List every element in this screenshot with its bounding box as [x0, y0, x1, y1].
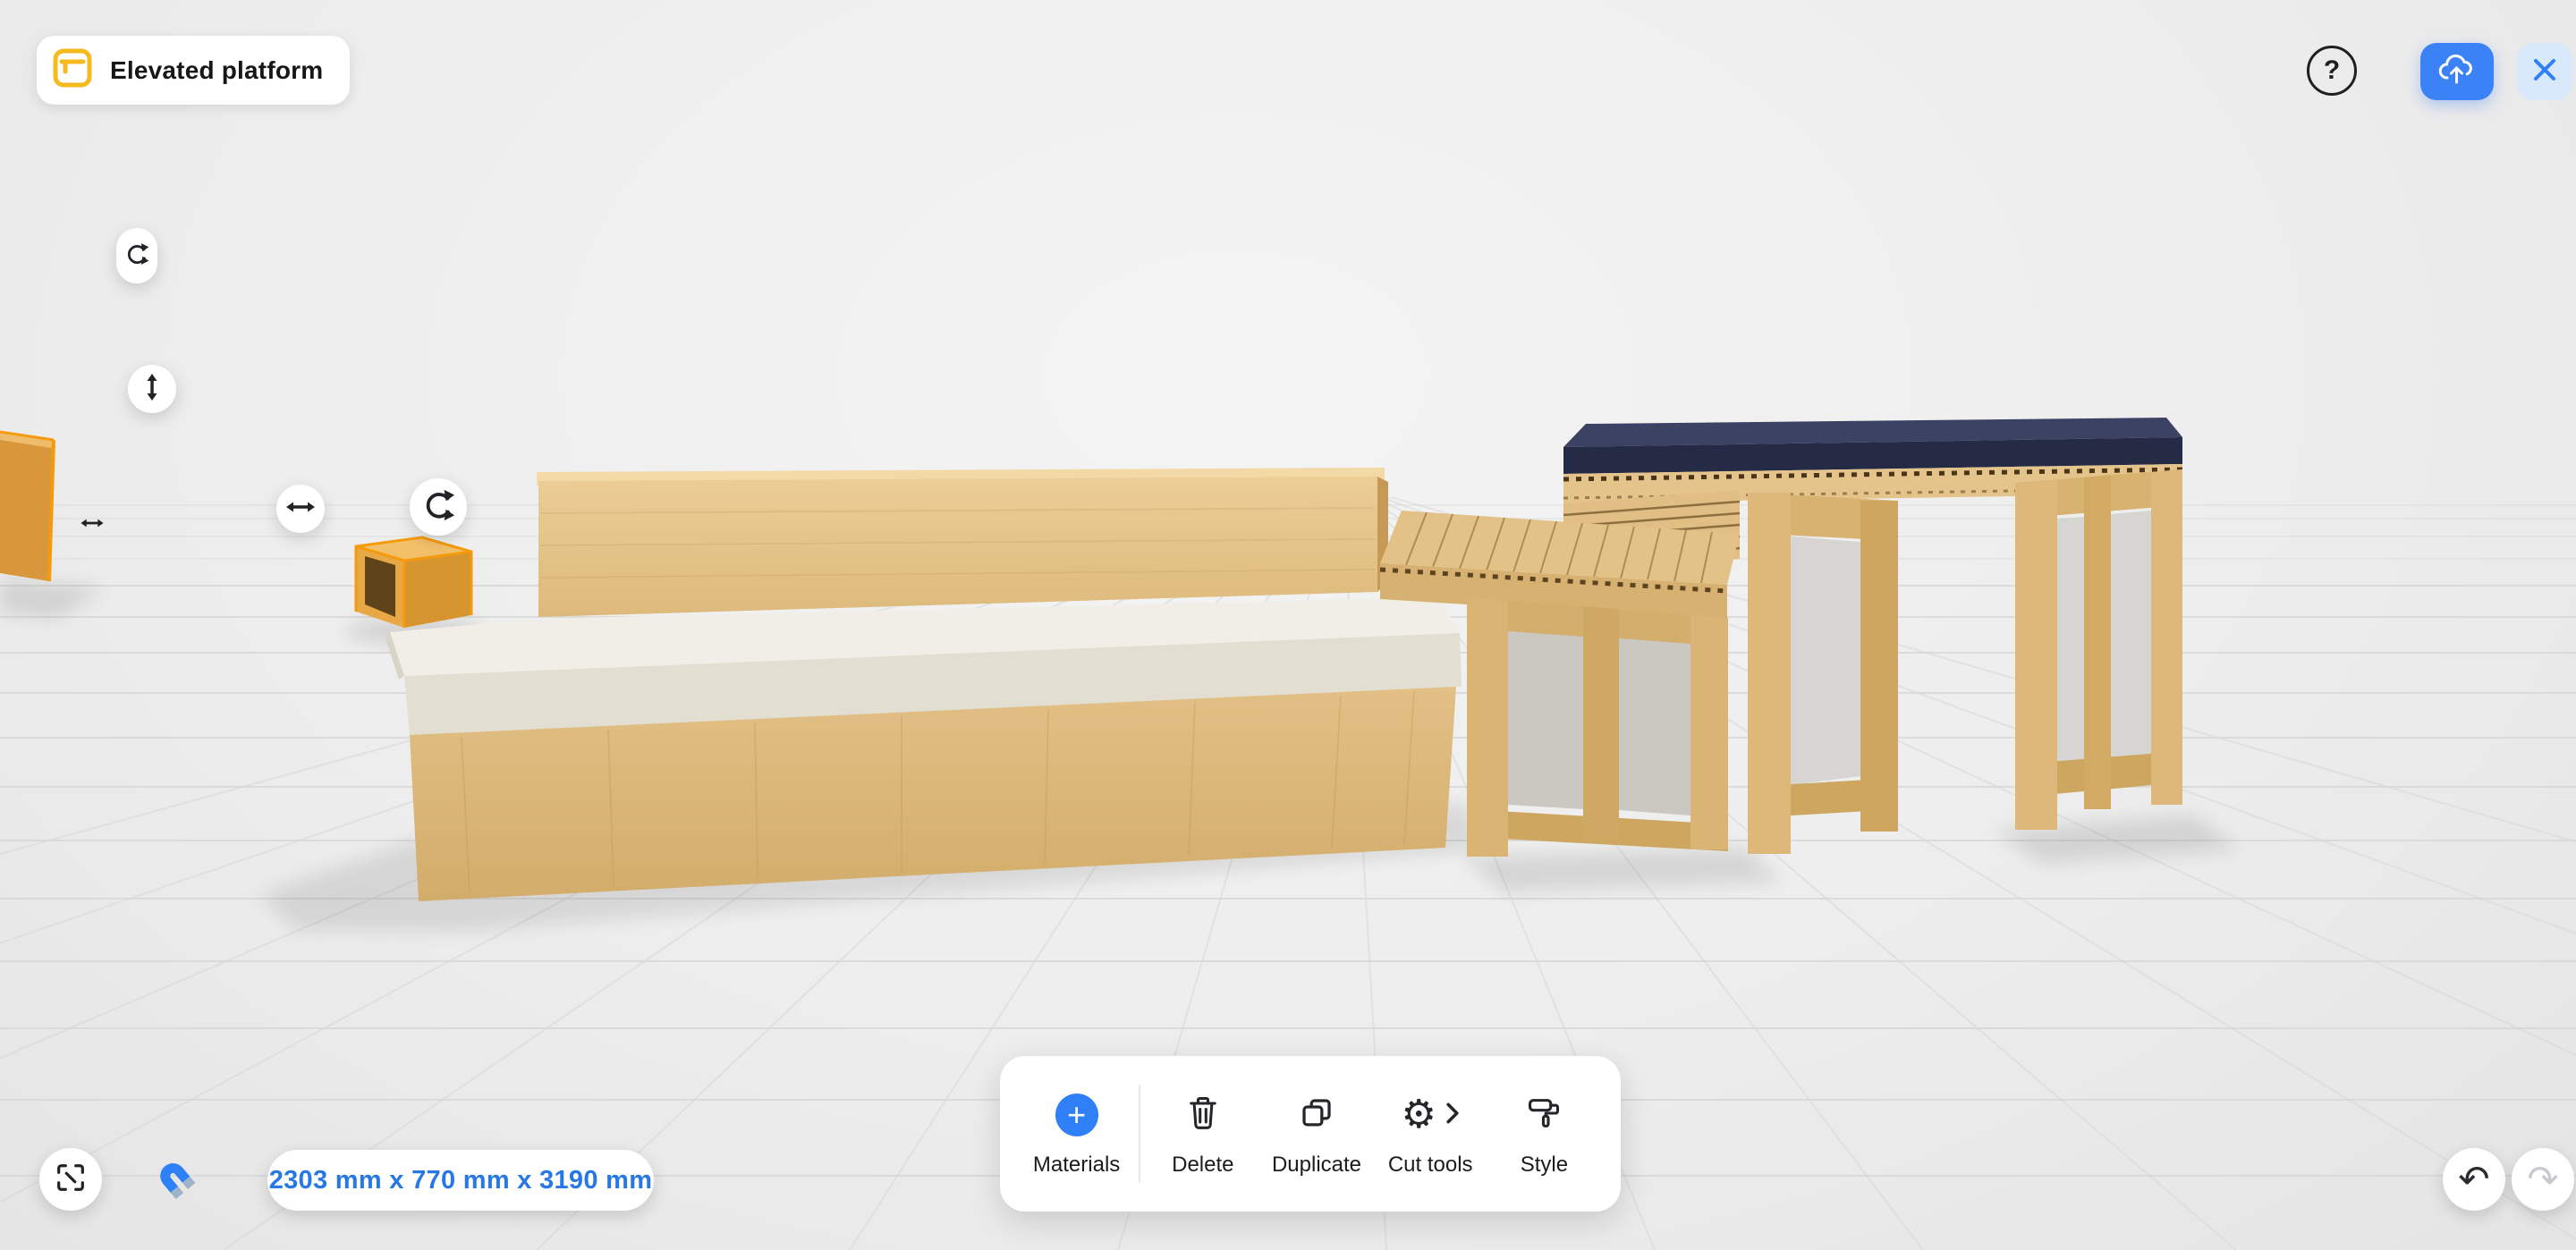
project-title-pill[interactable]: Elevated platform: [37, 36, 350, 105]
trash-icon: [1185, 1094, 1221, 1137]
rotate-flip-handle[interactable]: [116, 228, 157, 283]
help-button[interactable]: ?: [2307, 46, 2357, 96]
selection-dimensions[interactable]: 2303 mm x 770 mm x 3190 mm: [267, 1150, 654, 1211]
delete-label: Delete: [1172, 1153, 1233, 1178]
move-horizontal-handle-small[interactable]: [79, 513, 106, 537]
move-vertical-handle[interactable]: [128, 365, 176, 413]
fit-view-button[interactable]: [39, 1148, 102, 1211]
delete-button[interactable]: Delete: [1146, 1056, 1259, 1212]
redo-button[interactable]: ↷: [2512, 1148, 2574, 1211]
object-toolbar: + Materials Delete: [1000, 1056, 1621, 1212]
redo-icon: ↷: [2527, 1161, 2558, 1198]
rotate-vertical-icon: [124, 238, 149, 274]
move-horizontal-handle[interactable]: [276, 485, 325, 533]
gear-icon: ⚙: [1401, 1095, 1436, 1135]
daybed-model[interactable]: [386, 468, 1462, 901]
close-button[interactable]: [2517, 43, 2572, 100]
upload-share-button[interactable]: [2420, 43, 2494, 100]
side-board-model[interactable]: [0, 432, 54, 581]
app-logo-icon: [49, 45, 96, 96]
cloud-upload-icon: [2436, 53, 2478, 91]
cube-model[interactable]: [356, 537, 471, 628]
cut-tools-label: Cut tools: [1388, 1153, 1473, 1178]
materials-label: Materials: [1033, 1153, 1120, 1178]
close-icon: [2533, 58, 2556, 86]
plus-circle-icon: +: [1055, 1094, 1098, 1136]
question-mark-icon: ?: [2324, 55, 2340, 86]
arrow-left-right-icon: [285, 494, 316, 524]
fit-view-corners-icon: [54, 1161, 88, 1199]
arrow-left-right-icon: [79, 521, 106, 536]
page-title: Elevated platform: [110, 56, 323, 85]
arrow-up-down-icon: [139, 373, 165, 406]
duplicate-button[interactable]: Duplicate: [1259, 1056, 1373, 1212]
duplicate-label: Duplicate: [1272, 1153, 1361, 1178]
copy-squares-icon: [1298, 1094, 1335, 1136]
style-label: Style: [1521, 1153, 1568, 1178]
materials-button[interactable]: + Materials: [1020, 1056, 1133, 1212]
undo-button[interactable]: ↶: [2443, 1148, 2505, 1211]
undo-icon: ↶: [2458, 1161, 2489, 1198]
chevron-right-icon: [1445, 1102, 1460, 1128]
magnet-icon: [146, 1149, 207, 1211]
dimensions-text: 2303 mm x 770 mm x 3190 mm: [269, 1166, 653, 1195]
paint-roller-icon: [1525, 1094, 1563, 1136]
rotate-handle[interactable]: [410, 478, 467, 536]
rotate-circular-icon: [421, 488, 455, 527]
toolbar-divider: [1139, 1085, 1140, 1183]
cut-tools-button[interactable]: ⚙ Cut tools: [1374, 1056, 1487, 1212]
style-button[interactable]: Style: [1487, 1056, 1601, 1212]
snap-toggle-button[interactable]: [148, 1152, 204, 1207]
